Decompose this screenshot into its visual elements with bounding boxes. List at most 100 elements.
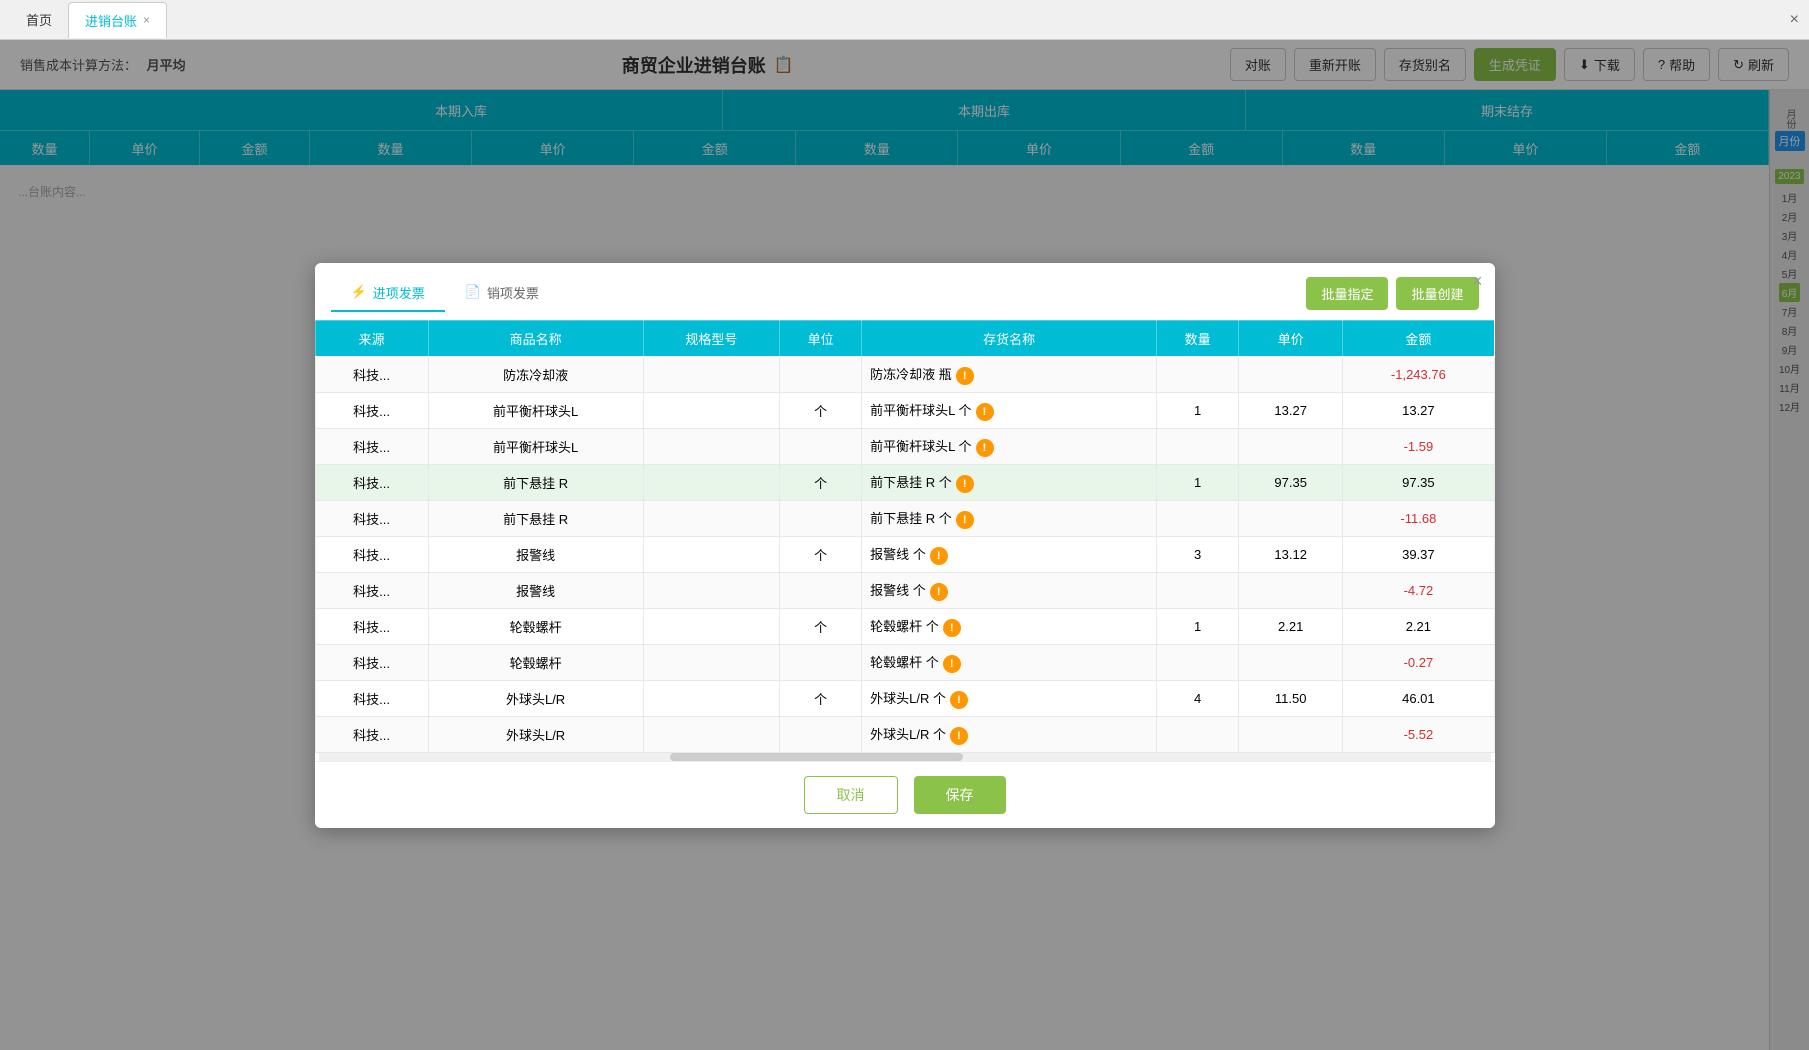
cell-amount: -4.72 [1343,572,1494,608]
cell-amount: -1,243.76 [1343,356,1494,392]
cell-amount: -0.27 [1343,644,1494,680]
table-row: 科技...报警线个报警线 个!313.1239.37 [315,536,1494,572]
modal-tabs: ⚡ 进项发票 📄 销项发票 [331,275,559,312]
tab-outbound-invoice[interactable]: 📄 销项发票 [445,275,559,312]
cell-spec [643,428,780,464]
modal-footer: 取消 保存 [315,761,1495,828]
cell-spec [643,572,780,608]
cell-unit: 个 [780,464,862,500]
tab-home[interactable]: 首页 [10,2,68,37]
cell-unit: 个 [780,536,862,572]
cell-inventory-name: 前平衡杆球头L 个! [862,428,1157,464]
cell-inventory-name: 报警线 个! [862,572,1157,608]
table-row: 科技...防冻冷却液防冻冷却液 瓶!-1,243.76 [315,356,1494,392]
modal-close-icon[interactable]: × [1472,271,1483,292]
tab-inbound-invoice[interactable]: ⚡ 进项发票 [331,275,445,312]
cell-product-name: 防冻冷却液 [428,356,643,392]
cell-qty [1157,500,1239,536]
cell-amount: 46.01 [1343,680,1494,716]
table-row: 科技...前下悬挂 R前下悬挂 R 个!-11.68 [315,500,1494,536]
cell-spec [643,680,780,716]
cell-source: 科技... [315,716,428,752]
cell-unit: 个 [780,680,862,716]
modal-overlay: × ⚡ 进项发票 📄 销项发票 批量指定 批量创建 [0,40,1809,1050]
cell-product-name: 前平衡杆球头L [428,392,643,428]
cell-product-name: 轮毂螺杆 [428,608,643,644]
cell-product-name: 前下悬挂 R [428,464,643,500]
cell-amount: 39.37 [1343,536,1494,572]
batch-assign-button[interactable]: 批量指定 [1306,277,1388,310]
cell-spec [643,392,780,428]
cell-spec [643,644,780,680]
tab-close-icon[interactable]: × [143,13,150,27]
cell-qty [1157,716,1239,752]
tab-active[interactable]: 进销台账 × [68,2,167,38]
col-unit-price: 单价 [1239,320,1343,356]
cell-qty: 1 [1157,608,1239,644]
cell-amount: -5.52 [1343,716,1494,752]
cell-source: 科技... [315,680,428,716]
table-row: 科技...外球头L/R外球头L/R 个!-5.52 [315,716,1494,752]
cell-spec [643,356,780,392]
cell-amount: 13.27 [1343,392,1494,428]
col-spec: 规格型号 [643,320,780,356]
warning-icon: ! [930,583,948,601]
cell-source: 科技... [315,608,428,644]
outbound-tab-icon: 📄 [465,284,481,300]
table-row: 科技...前平衡杆球头L个前平衡杆球头L 个!113.2713.27 [315,392,1494,428]
cell-qty: 4 [1157,680,1239,716]
horizontal-scrollbar[interactable] [319,753,1491,761]
cell-inventory-name: 外球头L/R 个! [862,680,1157,716]
cell-unit: 个 [780,608,862,644]
cell-product-name: 外球头L/R [428,716,643,752]
cell-spec [643,500,780,536]
warning-icon: ! [956,511,974,529]
warning-icon: ! [943,619,961,637]
cell-unit [780,716,862,752]
cell-source: 科技... [315,500,428,536]
col-unit: 单位 [780,320,862,356]
col-inventory-name: 存货名称 [862,320,1157,356]
modal-dialog: × ⚡ 进项发票 📄 销项发票 批量指定 批量创建 [315,263,1495,828]
cell-qty [1157,644,1239,680]
cell-qty: 3 [1157,536,1239,572]
cell-source: 科技... [315,644,428,680]
cell-unit [780,356,862,392]
cell-inventory-name: 轮毂螺杆 个! [862,644,1157,680]
warning-icon: ! [956,367,974,385]
cell-product-name: 前下悬挂 R [428,500,643,536]
cell-inventory-name: 前平衡杆球头L 个! [862,392,1157,428]
cell-unit-price [1239,428,1343,464]
table-row: 科技...前平衡杆球头L前平衡杆球头L 个!-1.59 [315,428,1494,464]
invoice-table: 来源 商品名称 规格型号 单位 存货名称 数量 单价 金额 科技...防冻冷却液… [315,320,1495,753]
window-close-icon[interactable]: × [1790,11,1799,29]
cell-unit-price: 13.12 [1239,536,1343,572]
cell-amount: -11.68 [1343,500,1494,536]
warning-icon: ! [950,727,968,745]
cell-unit-price [1239,356,1343,392]
cell-qty: 1 [1157,464,1239,500]
cell-spec [643,536,780,572]
cell-unit-price [1239,572,1343,608]
cell-unit-price: 2.21 [1239,608,1343,644]
tab-active-label: 进销台账 [85,11,137,30]
warning-icon: ! [976,403,994,421]
cancel-button[interactable]: 取消 [804,776,898,814]
warning-icon: ! [943,655,961,673]
cell-unit [780,572,862,608]
warning-icon: ! [950,691,968,709]
cell-qty [1157,356,1239,392]
col-amount: 金额 [1343,320,1494,356]
col-product-name: 商品名称 [428,320,643,356]
col-source: 来源 [315,320,428,356]
cell-spec [643,464,780,500]
save-button[interactable]: 保存 [914,776,1006,814]
cell-unit-price: 11.50 [1239,680,1343,716]
cell-source: 科技... [315,392,428,428]
batch-create-button[interactable]: 批量创建 [1396,277,1478,310]
inbound-tab-icon: ⚡ [351,284,367,300]
cell-unit-price [1239,644,1343,680]
table-header-row: 来源 商品名称 规格型号 单位 存货名称 数量 单价 金额 [315,320,1494,356]
modal-table-wrap: 来源 商品名称 规格型号 单位 存货名称 数量 单价 金额 科技...防冻冷却液… [315,320,1495,753]
cell-amount: 2.21 [1343,608,1494,644]
